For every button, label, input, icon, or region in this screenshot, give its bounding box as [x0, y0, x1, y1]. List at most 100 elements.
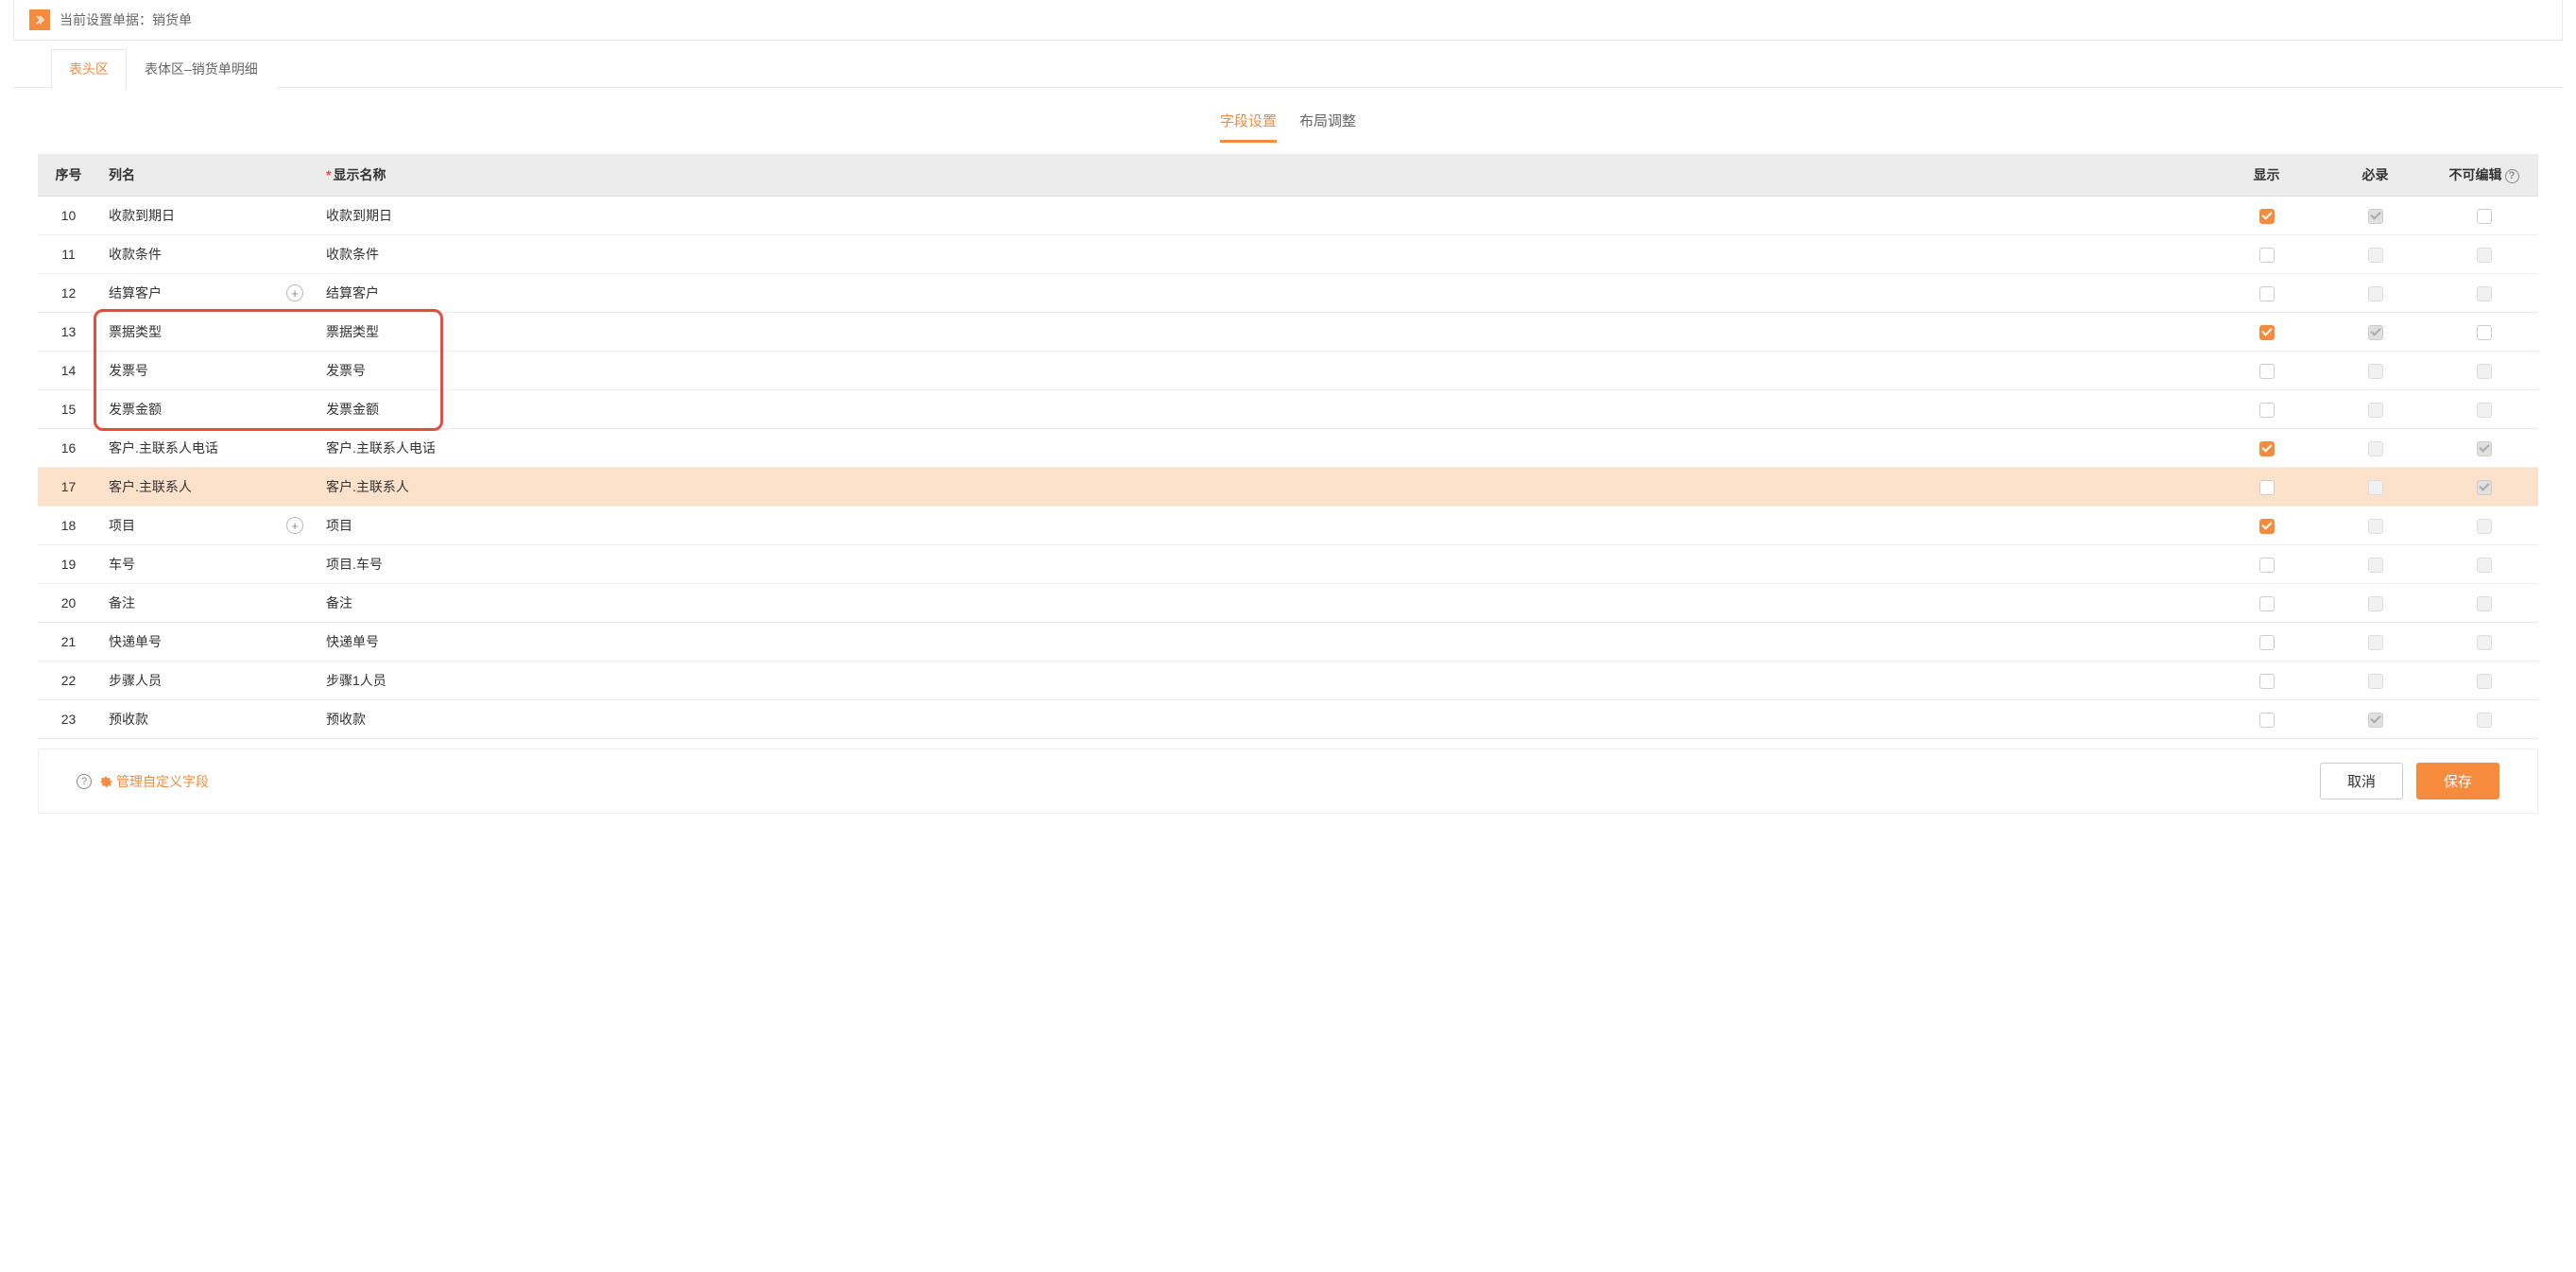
- collapse-toggle[interactable]: [29, 9, 50, 30]
- checkbox-show[interactable]: [2259, 596, 2275, 611]
- footer-bar: ? 管理自定义字段 取消 保存: [38, 748, 2538, 814]
- checkbox-required: [2368, 248, 2383, 263]
- checkbox-show[interactable]: [2259, 713, 2275, 728]
- cell-display-name[interactable]: 项目: [317, 507, 2212, 545]
- cell-name: 收款到期日: [99, 197, 317, 235]
- checkbox-show[interactable]: [2259, 325, 2275, 340]
- plus-icon[interactable]: +: [286, 284, 303, 301]
- cell-display-name[interactable]: 票据类型: [317, 313, 2212, 352]
- cell-required: [2321, 700, 2430, 739]
- cell-name: 预收款: [99, 700, 317, 739]
- cell-seq: 17: [38, 468, 99, 507]
- cell-name: 客户.主联系人电话: [99, 429, 317, 468]
- checkbox-required: [2368, 286, 2383, 301]
- cell-display-name[interactable]: 收款到期日: [317, 197, 2212, 235]
- cell-locked: [2430, 390, 2538, 429]
- section-tab-0[interactable]: 表头区: [51, 49, 127, 88]
- cell-display-name[interactable]: 结算客户: [317, 274, 2212, 313]
- table-row: 15发票金额发票金额: [38, 390, 2538, 429]
- cell-locked: [2430, 197, 2538, 235]
- checkbox-show[interactable]: [2259, 480, 2275, 495]
- sub-tab-1[interactable]: 布局调整: [1299, 105, 1356, 143]
- checkbox-show[interactable]: [2259, 441, 2275, 456]
- cell-display-name[interactable]: 客户.主联系人: [317, 468, 2212, 507]
- cell-required: [2321, 352, 2430, 390]
- checkbox-locked: [2477, 480, 2492, 495]
- cell-seq: 20: [38, 584, 99, 623]
- cell-show: [2212, 352, 2321, 390]
- cell-locked: [2430, 662, 2538, 700]
- table-row: 20备注备注: [38, 584, 2538, 623]
- chevron-right-icon: [35, 15, 44, 25]
- save-button[interactable]: 保存: [2416, 763, 2499, 799]
- checkbox-required: [2368, 209, 2383, 224]
- checkbox-locked[interactable]: [2477, 325, 2492, 340]
- cell-show: [2212, 235, 2321, 274]
- plus-icon[interactable]: +: [286, 517, 303, 534]
- cell-required: [2321, 662, 2430, 700]
- cell-show: [2212, 545, 2321, 584]
- cell-seq: 13: [38, 313, 99, 352]
- manage-custom-fields-link[interactable]: 管理自定义字段: [99, 772, 209, 791]
- checkbox-show[interactable]: [2259, 286, 2275, 301]
- th-required: 必录: [2321, 154, 2430, 197]
- cell-display-name[interactable]: 步骤1人员: [317, 662, 2212, 700]
- checkbox-show[interactable]: [2259, 364, 2275, 379]
- cell-locked: [2430, 313, 2538, 352]
- checkbox-required: [2368, 325, 2383, 340]
- top-bar: 当前设置单据：销货单: [13, 0, 2563, 41]
- cell-display-name[interactable]: 预收款: [317, 700, 2212, 739]
- checkbox-show[interactable]: [2259, 403, 2275, 418]
- cell-show: [2212, 623, 2321, 662]
- checkbox-required: [2368, 713, 2383, 728]
- cell-display-name[interactable]: 发票金额: [317, 390, 2212, 429]
- checkbox-show[interactable]: [2259, 558, 2275, 573]
- checkbox-required: [2368, 519, 2383, 534]
- checkbox-show[interactable]: [2259, 209, 2275, 224]
- sub-tab-0[interactable]: 字段设置: [1220, 105, 1277, 143]
- question-icon[interactable]: ?: [77, 774, 92, 789]
- field-table-wrapper: 序号 列名 *显示名称 显示 必录 不可编辑? 10收款到期日收款到期日11收款…: [38, 154, 2538, 739]
- th-name: 列名: [99, 154, 317, 197]
- checkbox-locked: [2477, 635, 2492, 650]
- th-show: 显示: [2212, 154, 2321, 197]
- cell-name: 步骤人员: [99, 662, 317, 700]
- cell-display-name[interactable]: 备注: [317, 584, 2212, 623]
- checkbox-locked: [2477, 248, 2492, 263]
- cell-name: 票据类型: [99, 313, 317, 352]
- cell-required: [2321, 584, 2430, 623]
- section-tab-1[interactable]: 表体区–销货单明细: [127, 49, 276, 88]
- sub-tabs: 字段设置布局调整: [13, 105, 2563, 143]
- cell-display-name[interactable]: 收款条件: [317, 235, 2212, 274]
- cell-locked: [2430, 507, 2538, 545]
- cell-display-name[interactable]: 快递单号: [317, 623, 2212, 662]
- checkbox-show[interactable]: [2259, 674, 2275, 689]
- cell-required: [2321, 468, 2430, 507]
- checkbox-required: [2368, 403, 2383, 418]
- cell-required: [2321, 623, 2430, 662]
- checkbox-show[interactable]: [2259, 519, 2275, 534]
- cell-name: 结算客户+: [99, 274, 317, 313]
- cell-locked: [2430, 584, 2538, 623]
- table-row: 16客户.主联系人电话客户.主联系人电话: [38, 429, 2538, 468]
- checkbox-show[interactable]: [2259, 635, 2275, 650]
- cell-display-name[interactable]: 项目.车号: [317, 545, 2212, 584]
- checkbox-locked: [2477, 674, 2492, 689]
- cell-name: 车号: [99, 545, 317, 584]
- cell-seq: 16: [38, 429, 99, 468]
- cell-seq: 11: [38, 235, 99, 274]
- current-doc-label: 当前设置单据：销货单: [60, 10, 192, 29]
- table-row: 22步骤人员步骤1人员: [38, 662, 2538, 700]
- checkbox-show[interactable]: [2259, 248, 2275, 263]
- help-icon[interactable]: ?: [2505, 169, 2519, 183]
- cancel-button[interactable]: 取消: [2320, 763, 2403, 799]
- cell-show: [2212, 662, 2321, 700]
- th-seq: 序号: [38, 154, 99, 197]
- cell-display-name[interactable]: 发票号: [317, 352, 2212, 390]
- cell-show: [2212, 429, 2321, 468]
- table-row: 13票据类型票据类型: [38, 313, 2538, 352]
- checkbox-locked[interactable]: [2477, 209, 2492, 224]
- cell-name: 发票金额: [99, 390, 317, 429]
- cell-show: [2212, 313, 2321, 352]
- cell-display-name[interactable]: 客户.主联系人电话: [317, 429, 2212, 468]
